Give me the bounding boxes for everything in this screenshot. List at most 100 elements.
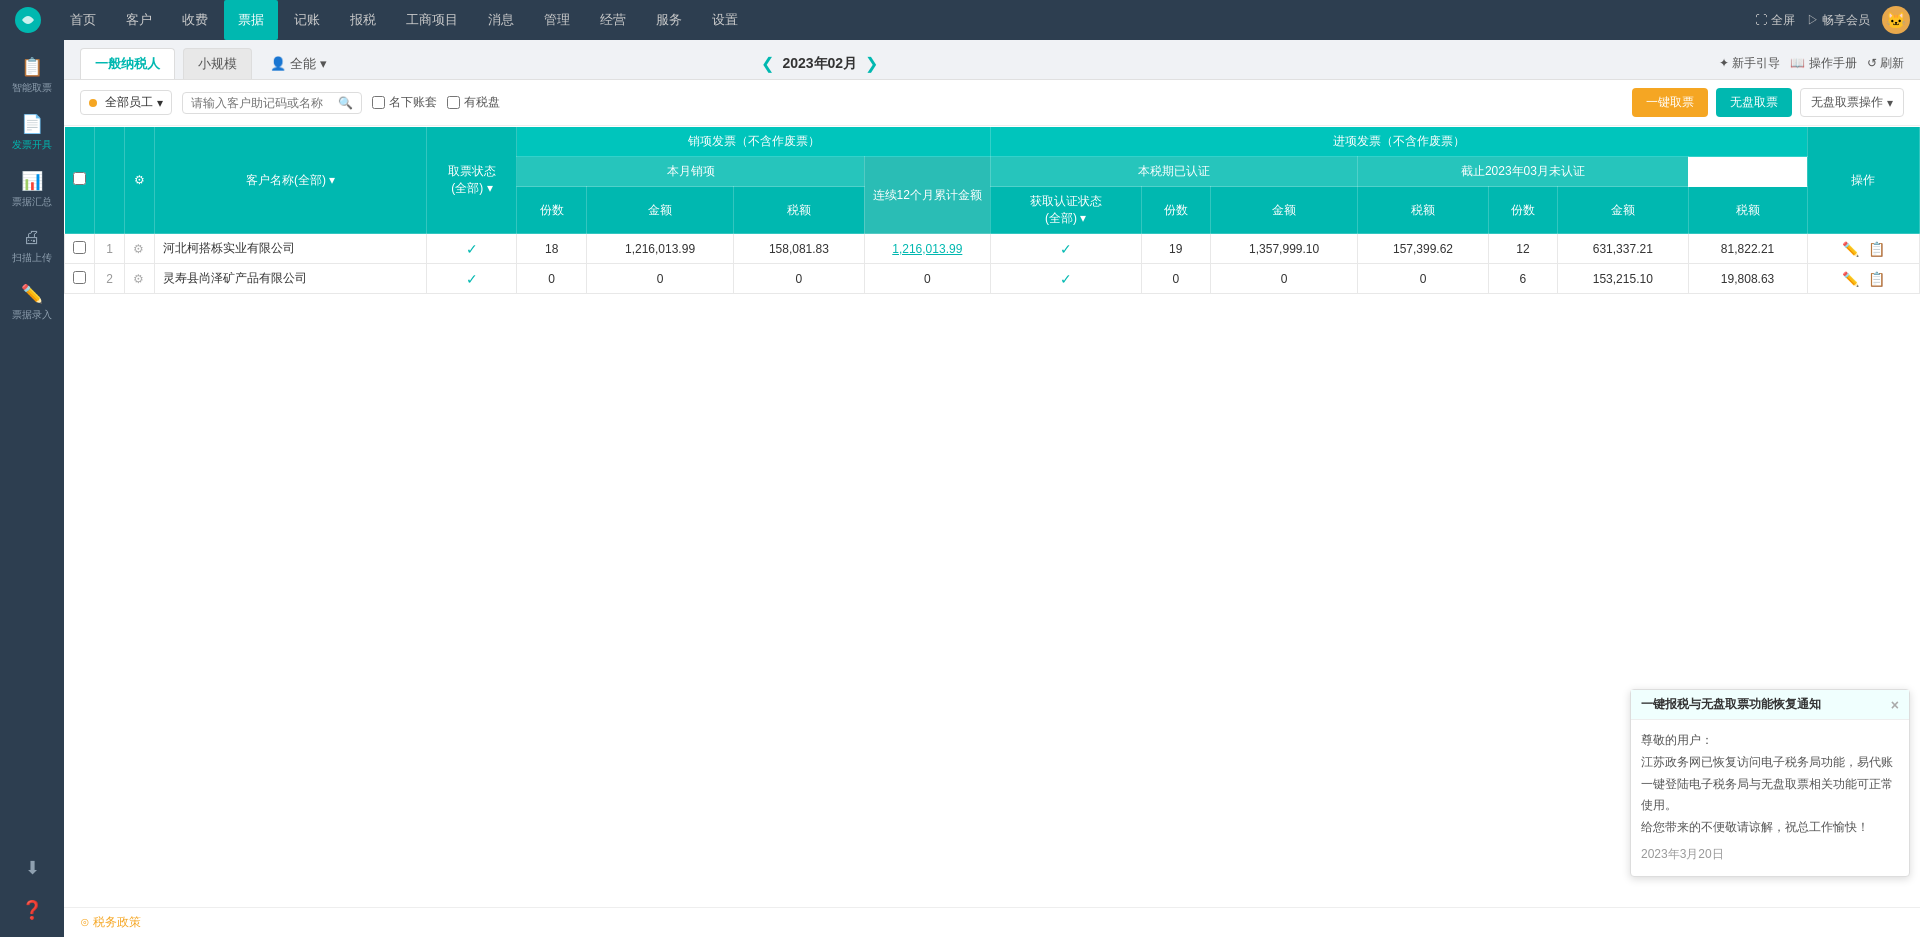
col-checkbox-header [65, 127, 95, 234]
one-key-ticket-btn[interactable]: 一键取票 [1632, 88, 1708, 117]
col-gear-header: ⚙ [125, 127, 155, 234]
row-sales-amount-1: 0 [586, 264, 733, 294]
col-cert-tax: 税额 [1358, 187, 1488, 234]
row-ticket-status-0: ✓ [427, 234, 517, 264]
nav-home[interactable]: 首页 [56, 0, 110, 40]
nav-message[interactable]: 消息 [474, 0, 528, 40]
logo [10, 2, 46, 38]
row-cert-amount-0: 1,357,999.10 [1210, 234, 1357, 264]
col-cert-amount: 金额 [1210, 187, 1357, 234]
new-guide-btn[interactable]: ✦ 新手引导 [1719, 55, 1780, 72]
row-num-1: 2 [95, 264, 125, 294]
nav-ticket[interactable]: 票据 [224, 0, 278, 40]
col-ticket-status-header[interactable]: 取票状态(全部) ▾ [427, 127, 517, 234]
manual-btn[interactable]: 📖 操作手册 [1790, 55, 1856, 72]
copy-icon-1[interactable]: 📋 [1868, 271, 1885, 287]
row-ticket-status-1: ✓ [427, 264, 517, 294]
prev-month-btn[interactable]: ❮ [761, 54, 774, 73]
edit-icon-1[interactable]: ✏️ [1842, 271, 1859, 287]
nav-settings[interactable]: 设置 [698, 0, 752, 40]
nav-customer[interactable]: 客户 [112, 0, 166, 40]
nav-bookkeeping[interactable]: 记账 [280, 0, 334, 40]
footer-bar[interactable]: ⊙ 税务政策 [64, 907, 1920, 937]
sidebar-item-invoice-open[interactable]: 📄 发票开具 [2, 105, 62, 160]
row-uncert-tax-0: 81,822.21 [1688, 234, 1807, 264]
employee-chevron-icon: ▾ [157, 96, 163, 110]
col-month-sales-header: 本月销项 [517, 157, 864, 187]
tax-policy-link[interactable]: ⊙ 税务政策 [80, 914, 141, 931]
no-disk-ticket-btn[interactable]: 无盘取票 [1716, 88, 1792, 117]
employee-label: 全部员工 [105, 94, 153, 111]
col-cert-status[interactable]: 获取认证状态(全部) ▾ [990, 187, 1141, 234]
month-label: 2023年02月 [782, 55, 857, 73]
ticket-summary-icon: 📊 [21, 170, 43, 192]
edit-icon-0[interactable]: ✏️ [1842, 241, 1859, 257]
search-icon[interactable]: 🔍 [338, 96, 353, 110]
tab-small-scale[interactable]: 小规模 [183, 48, 252, 79]
nav-items: 首页 客户 收费 票据 记账 报税 工商项目 消息 管理 经营 服务 设置 [56, 0, 1755, 40]
search-input[interactable] [191, 96, 338, 110]
row-gear-1[interactable]: ⚙ [125, 264, 155, 294]
select-all-checkbox[interactable] [73, 172, 86, 185]
download-icon[interactable]: ⬇ [19, 851, 46, 885]
fullscreen-btn[interactable]: ⛶ 全屏 [1755, 12, 1794, 29]
help-icon[interactable]: ❓ [15, 893, 49, 927]
table-row: 2 ⚙ 灵寿县尚泽矿产品有限公司 ✓ 0 0 0 0 ✓ 0 0 0 6 153… [65, 264, 1920, 294]
col-sales-tax: 税额 [734, 187, 864, 234]
row-name-0: 河北柯搭栎实业有限公司 [155, 234, 427, 264]
row-cert-status-1: ✓ [990, 264, 1141, 294]
no-disk-ops-label: 无盘取票操作 [1811, 94, 1883, 111]
nav-service[interactable]: 服务 [642, 0, 696, 40]
refresh-btn[interactable]: ↺ 刷新 [1867, 55, 1904, 72]
copy-icon-0[interactable]: 📋 [1868, 241, 1885, 257]
sidebar-item-ticket-summary[interactable]: 📊 票据汇总 [2, 162, 62, 217]
row-cert-count-0: 19 [1141, 234, 1210, 264]
row-actions-1: ✏️ 📋 [1807, 264, 1919, 294]
col-name-header[interactable]: 客户名称(全部) ▾ [155, 127, 427, 234]
nav-operation[interactable]: 经营 [586, 0, 640, 40]
ticket-entry-icon: ✏️ [21, 283, 43, 305]
nav-manage[interactable]: 管理 [530, 0, 584, 40]
sidebar: 📋 智能取票 📄 发票开具 📊 票据汇总 🖨 扫描上传 ✏️ 票据录入 ⬇ ❓ [0, 40, 64, 937]
sidebar-item-scan-upload[interactable]: 🖨 扫描上传 [2, 219, 62, 273]
row-name-1: 灵寿县尚泽矿产品有限公司 [155, 264, 427, 294]
row-checkbox-1[interactable] [65, 264, 95, 294]
row-num-0: 1 [95, 234, 125, 264]
member-btn[interactable]: ▷ 畅享会员 [1807, 12, 1870, 29]
col-sales-amount: 金额 [586, 187, 733, 234]
row-sales-count-1: 0 [517, 264, 586, 294]
next-month-btn[interactable]: ❯ [865, 54, 878, 73]
nav-tax[interactable]: 报税 [336, 0, 390, 40]
notification-header: 一键报税与无盘取票功能恢复通知 × [1631, 690, 1909, 720]
table-row: 1 ⚙ 河北柯搭栎实业有限公司 ✓ 18 1,216,013.99 158,08… [65, 234, 1920, 264]
checkbox-account-wrap[interactable]: 名下账套 [372, 94, 437, 111]
col-uncert-count: 份数 [1488, 187, 1557, 234]
nav-fee[interactable]: 收费 [168, 0, 222, 40]
user-avatar[interactable]: 🐱 [1882, 6, 1910, 34]
tab-all[interactable]: 👤 全能 ▾ [260, 49, 337, 79]
row-uncert-amount-1: 153,215.10 [1558, 264, 1688, 294]
notification-date: 2023年3月20日 [1641, 844, 1899, 866]
checkbox-tax-disk-wrap[interactable]: 有税盘 [447, 94, 500, 111]
nav-business[interactable]: 工商项目 [392, 0, 472, 40]
sidebar-item-ticket-entry[interactable]: ✏️ 票据录入 [2, 275, 62, 330]
main-table: ⚙ 客户名称(全部) ▾ 取票状态(全部) ▾ 销项发票（不含作废票） 进项发票… [64, 126, 1920, 294]
checkbox-tax-disk[interactable] [447, 96, 460, 109]
sidebar-item-smart-ticket[interactable]: 📋 智能取票 [2, 48, 62, 103]
tab-general-taxpayer[interactable]: 一般纳税人 [80, 48, 175, 79]
row-cumulative-0: 1,216,013.99 [864, 234, 990, 264]
no-disk-ops-btn[interactable]: 无盘取票操作 ▾ [1800, 88, 1904, 117]
col-purchase-group-header: 进项发票（不含作废票） [990, 127, 1807, 157]
col-uncert-amount: 金额 [1558, 187, 1688, 234]
employee-select[interactable]: 全部员工 ▾ [80, 90, 172, 115]
row-gear-0[interactable]: ⚙ [125, 234, 155, 264]
row-checkbox-0[interactable] [65, 234, 95, 264]
notification-close-btn[interactable]: × [1891, 697, 1899, 713]
row-cumulative-1: 0 [864, 264, 990, 294]
checkbox-account[interactable] [372, 96, 385, 109]
row-uncert-count-1: 6 [1488, 264, 1557, 294]
search-wrap: 🔍 [182, 92, 362, 114]
row-cert-count-1: 0 [1141, 264, 1210, 294]
chevron-down-icon: ▾ [320, 56, 327, 71]
col-action-header: 操作 [1807, 127, 1919, 234]
